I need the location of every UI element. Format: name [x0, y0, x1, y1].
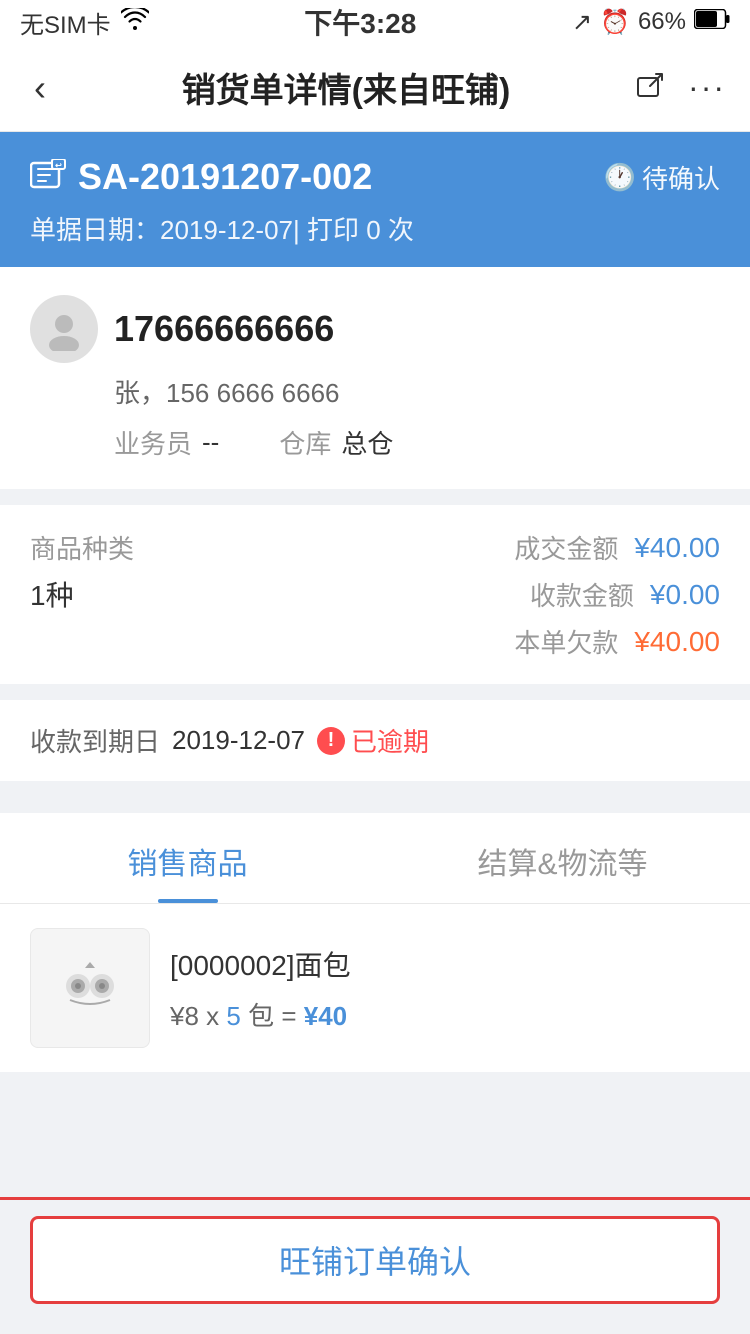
avatar [30, 295, 98, 363]
received-row: 收款金额 ¥0.00 [530, 576, 720, 613]
warehouse-item: 仓库 总仓 [279, 424, 393, 461]
carrier-text: 无SIM卡 [20, 5, 111, 40]
status-text: 待确认 [642, 159, 720, 196]
more-icon[interactable]: ··· [688, 69, 726, 106]
warehouse-label: 仓库 [279, 424, 331, 461]
customer-top: 17666666666 [30, 295, 720, 363]
order-icon: ↩ [30, 156, 66, 198]
product-item: [0000002]面包 ¥8 x 5 包 = ¥40 [30, 928, 720, 1048]
product-info: [0000002]面包 ¥8 x 5 包 = ¥40 [170, 944, 720, 1033]
tab-sales-products[interactable]: 销售商品 [0, 813, 375, 903]
status-bar: 无SIM卡 下午3:28 ↗ ⏰ 66% [0, 0, 750, 44]
salesperson-value: -- [202, 427, 219, 458]
product-total: ¥40 [304, 1001, 347, 1031]
wifi-icon [121, 8, 149, 37]
status-right: ↗ ⏰ 66% [572, 8, 730, 37]
confirm-button-wrap: 旺铺订单确认 [0, 1197, 750, 1334]
order-header: ↩ SA-20191207-002 🕐 待确认 单据日期：2019-12-07|… [0, 132, 750, 267]
product-name: [0000002]面包 [170, 944, 720, 984]
order-status: 🕐 待确认 [604, 159, 720, 196]
price-multiply: x [206, 1001, 226, 1031]
salesperson-label: 业务员 [114, 424, 192, 461]
customer-section: 17666666666 张，156 6666 6666 业务员 -- 仓库 总仓 [0, 267, 750, 489]
owed-row: 本单欠款 ¥40.00 [514, 623, 720, 660]
product-unit: 包 [248, 1001, 274, 1031]
product-type-label: 商品种类 [30, 529, 134, 566]
received-value: ¥0.00 [650, 579, 720, 611]
tabs-section: 销售商品 结算&物流等 [00000 [0, 813, 750, 1072]
owed-value: ¥40.00 [634, 626, 720, 658]
due-date: 2019-12-07 [172, 725, 305, 756]
battery-icon [694, 8, 730, 36]
salesperson-item: 业务员 -- [114, 424, 219, 461]
status-time: 下午3:28 [304, 2, 416, 42]
confirm-order-button[interactable]: 旺铺订单确认 [30, 1216, 720, 1304]
tab-settlement-logistics[interactable]: 结算&物流等 [375, 813, 750, 903]
summary-left: 商品种类 1种 [30, 529, 134, 614]
owed-label: 本单欠款 [514, 623, 618, 660]
tabs-header: 销售商品 结算&物流等 [0, 813, 750, 904]
nav-bar: ‹ 销货单详情(来自旺铺) ··· [0, 44, 750, 132]
status-clock-icon: 🕐 [604, 162, 636, 193]
product-section: [0000002]面包 ¥8 x 5 包 = ¥40 [0, 904, 750, 1072]
order-id-text: SA-20191207-002 [78, 156, 372, 198]
overdue-badge: ! 已逾期 [317, 722, 429, 759]
order-date: 单据日期：2019-12-07| 打印 0 次 [30, 210, 720, 247]
product-type-value: 1种 [30, 574, 134, 614]
overdue-text: 已逾期 [351, 722, 429, 759]
warehouse-value: 总仓 [341, 424, 393, 461]
customer-name: 张，156 6666 6666 [30, 373, 720, 410]
order-id-section: ↩ SA-20191207-002 [30, 156, 372, 198]
amount-value: ¥40.00 [634, 532, 720, 564]
share-icon[interactable] [636, 68, 668, 108]
amount-row: 成交金额 ¥40.00 [514, 529, 720, 566]
svg-text:↩: ↩ [55, 161, 62, 170]
page-title: 销货单详情(来自旺铺) [182, 63, 511, 112]
received-label: 收款金额 [530, 576, 634, 613]
customer-phone: 17666666666 [114, 308, 334, 350]
amount-label: 成交金额 [514, 529, 618, 566]
overdue-dot-icon: ! [317, 727, 345, 755]
location-icon: ↗ [572, 8, 592, 37]
product-image [30, 928, 150, 1048]
product-quantity: 5 [226, 1001, 240, 1031]
price-equals: = [281, 1001, 303, 1031]
due-section: 收款到期日 2019-12-07 ! 已逾期 [0, 700, 750, 781]
product-price-line: ¥8 x 5 包 = ¥40 [170, 996, 720, 1033]
nav-actions: ··· [636, 68, 726, 108]
battery-text: 66% [638, 8, 686, 36]
due-label: 收款到期日 [30, 722, 160, 759]
back-button[interactable]: ‹ [24, 57, 56, 119]
section-divider [0, 797, 750, 813]
alarm-icon: ⏰ [600, 8, 630, 37]
summary-right: 成交金额 ¥40.00 收款金额 ¥0.00 本单欠款 ¥40.00 [514, 529, 720, 660]
summary-section: 商品种类 1种 成交金额 ¥40.00 收款金额 ¥0.00 本单欠款 ¥40.… [0, 505, 750, 684]
customer-meta: 业务员 -- 仓库 总仓 [30, 424, 720, 461]
status-left: 无SIM卡 [20, 5, 149, 40]
product-price: ¥8 [170, 1001, 199, 1031]
